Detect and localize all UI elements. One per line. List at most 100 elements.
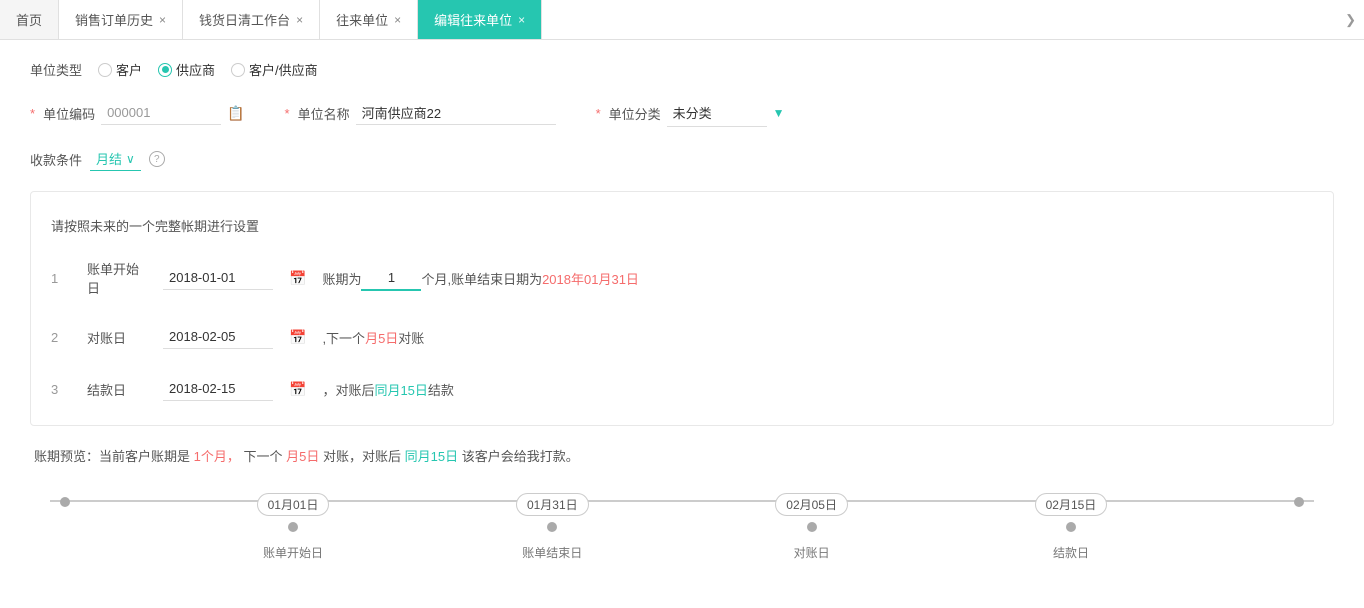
unit-category-label: 单位分类 — [609, 104, 661, 123]
radio-both-circle — [231, 63, 245, 77]
row-1-desc: 账期为 个月,账单结束日期为 2018年01月31日 — [322, 266, 638, 291]
preview-text: 账期预览：当前客户账期是 1个月， 下一个 月5日 对账，对账后 同月15日 该… — [30, 446, 1334, 465]
tab-cash-work[interactable]: 钱货日清工作台 × — [183, 0, 320, 39]
row-2-desc-prefix: ,下一个 — [322, 328, 365, 347]
unit-category-dropdown-icon[interactable]: ▼ — [773, 106, 785, 120]
payment-condition-select[interactable]: 月结 ∨ — [90, 147, 141, 171]
unit-code-input[interactable] — [101, 101, 221, 125]
row-2-highlight: 月5日 — [365, 328, 398, 347]
unit-fields-row: * 单位编码 📋 * 单位名称 * 单位分类 未分类 ▼ — [30, 99, 1334, 127]
row-1-calendar-icon[interactable]: 📅 — [289, 270, 306, 287]
row-2-date-input[interactable] — [163, 325, 273, 349]
unit-code-label: 单位编码 — [43, 104, 95, 123]
row-3-highlight: 同月15日 — [374, 380, 427, 399]
row-3-num: 3 — [51, 382, 71, 397]
timeline-badge-3: 02月05日 — [775, 493, 848, 516]
unit-code-star: * — [30, 106, 35, 121]
unit-name-group: * 单位名称 — [285, 101, 556, 125]
row-3-type: 结款日 — [87, 380, 147, 399]
radio-both-label: 客户/供应商 — [249, 60, 318, 79]
radio-customer-label: 客户 — [116, 60, 142, 79]
timeline-dot-4 — [1066, 522, 1076, 532]
tab-partner-unit-label: 往来单位 — [336, 10, 388, 29]
settings-box: 请按照未来的一个完整帐期进行设置 1 账单开始日 📅 账期为 个月,账单结束日期… — [30, 191, 1334, 426]
row-1-end-date: 2018年01月31日 — [542, 269, 639, 288]
preview-part1: 1个月， — [194, 449, 240, 464]
payment-condition-dropdown-icon[interactable]: ∨ — [126, 152, 135, 166]
timeline-sub-1: 账单开始日 — [263, 544, 323, 561]
radio-supplier-label: 供应商 — [176, 60, 215, 79]
row-2-calendar-icon[interactable]: 📅 — [289, 329, 306, 346]
setting-row-1: 1 账单开始日 📅 账期为 个月,账单结束日期为 2018年01月31日 — [51, 259, 1313, 297]
timeline-dot-1 — [288, 522, 298, 532]
payment-condition-row: 收款条件 月结 ∨ ? — [30, 147, 1334, 171]
preview-part2-text: 下一个 — [244, 449, 283, 464]
tab-home-label: 首页 — [16, 10, 42, 29]
unit-code-calendar-icon[interactable]: 📋 — [227, 105, 244, 122]
tab-sales-history-close[interactable]: × — [159, 13, 166, 27]
timeline-point-4: 02月15日 结款日 — [1035, 493, 1108, 561]
tab-partner-unit[interactable]: 往来单位 × — [320, 0, 418, 39]
timeline-end-dot — [1294, 497, 1304, 507]
row-1-period-input[interactable] — [361, 266, 421, 291]
main-content: 单位类型 客户 供应商 客户/供应商 * 单位编码 📋 * 单位名称 — [0, 40, 1364, 608]
row-3-date-input[interactable] — [163, 377, 273, 401]
tab-cash-work-label: 钱货日清工作台 — [199, 10, 290, 29]
setting-row-3: 3 结款日 📅 ，对账后 同月15日 结款 — [51, 377, 1313, 401]
timeline-container: 01月01日 账单开始日 01月31日 账单结束日 02月05日 对账日 02月… — [30, 489, 1334, 561]
radio-customer[interactable]: 客户 — [98, 60, 142, 79]
timeline-point-1: 01月01日 账单开始日 — [257, 493, 330, 561]
row-3-desc-suffix: 结款 — [428, 380, 454, 399]
unit-type-label: 单位类型 — [30, 60, 82, 79]
row-1-desc-middle: 个月,账单结束日期为 — [421, 269, 542, 288]
unit-category-value: 未分类 — [667, 99, 767, 127]
row-1-date-input[interactable] — [163, 266, 273, 290]
radio-supplier[interactable]: 供应商 — [158, 60, 215, 79]
settings-title: 请按照未来的一个完整帐期进行设置 — [51, 216, 1313, 235]
unit-type-radio-group: 客户 供应商 客户/供应商 — [98, 60, 318, 79]
timeline-dot-2 — [547, 522, 557, 532]
setting-row-2: 2 对账日 📅 ,下一个 月5日 对账 — [51, 325, 1313, 349]
timeline-dot-3 — [807, 522, 817, 532]
row-1-desc-prefix: 账期为 — [322, 269, 361, 288]
timeline-sub-2: 账单结束日 — [522, 544, 582, 561]
unit-name-input[interactable] — [356, 101, 556, 125]
row-1-type: 账单开始日 — [87, 259, 147, 297]
unit-category-group: * 单位分类 未分类 ▼ — [596, 99, 785, 127]
preview-part3-text: 对账，对账后 — [323, 449, 401, 464]
unit-code-group: * 单位编码 📋 — [30, 101, 245, 125]
radio-both[interactable]: 客户/供应商 — [231, 60, 318, 79]
tab-more-button[interactable]: ❯ — [1337, 0, 1364, 39]
row-3-desc-prefix: ，对账后 — [322, 380, 374, 399]
unit-category-star: * — [596, 106, 601, 121]
payment-condition-label: 收款条件 — [30, 150, 82, 169]
row-2-desc-suffix: 对账 — [398, 328, 424, 347]
tab-sales-history[interactable]: 销售订单历史 × — [59, 0, 183, 39]
timeline-end-circle — [1294, 497, 1304, 507]
timeline-badge-2: 01月31日 — [516, 493, 589, 516]
preview-part4-text: 该客户会给我打款。 — [462, 449, 579, 464]
tab-home[interactable]: 首页 — [0, 0, 59, 39]
row-3-calendar-icon[interactable]: 📅 — [289, 381, 306, 398]
unit-name-label: 单位名称 — [298, 104, 350, 123]
timeline-point-2: 01月31日 账单结束日 — [516, 493, 589, 561]
timeline-start-dot — [60, 497, 70, 507]
tab-partner-unit-close[interactable]: × — [394, 13, 401, 27]
payment-condition-value: 月结 — [96, 149, 122, 168]
preview-label: 账期预览：当前客户账期是 — [34, 449, 190, 464]
timeline-sub-3: 对账日 — [794, 544, 830, 561]
tab-cash-work-close[interactable]: × — [296, 13, 303, 27]
timeline-start-circle — [60, 497, 70, 507]
preview-part2-orange: 月5日 — [286, 449, 319, 464]
help-icon[interactable]: ? — [149, 151, 165, 167]
tab-edit-partner-close[interactable]: × — [518, 13, 525, 27]
row-3-desc: ，对账后 同月15日 结款 — [322, 380, 454, 399]
tab-sales-history-label: 销售订单历史 — [75, 10, 153, 29]
timeline-sub-4: 结款日 — [1053, 544, 1089, 561]
tab-edit-partner-label: 编辑往来单位 — [434, 10, 512, 29]
tab-edit-partner[interactable]: 编辑往来单位 × — [418, 0, 542, 39]
radio-customer-circle — [98, 63, 112, 77]
row-2-type: 对账日 — [87, 328, 147, 347]
unit-name-star: * — [285, 106, 290, 121]
timeline-line — [50, 500, 1314, 502]
